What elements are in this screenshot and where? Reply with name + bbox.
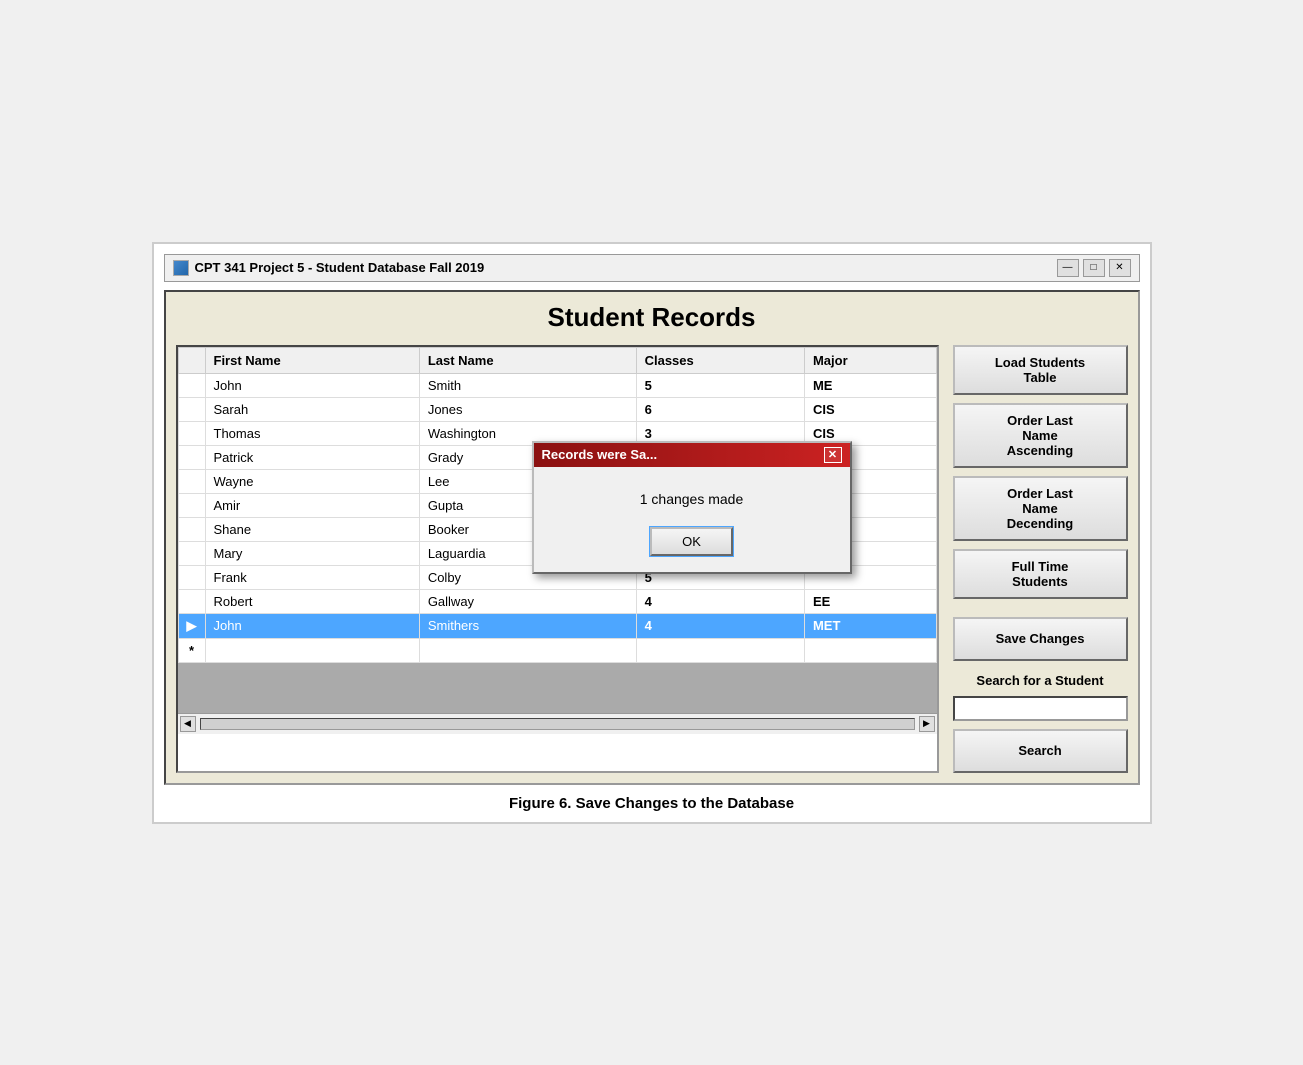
cell-major: CIS [804, 397, 936, 421]
cell-major [804, 638, 936, 662]
cell-firstname: John [205, 373, 419, 397]
close-button[interactable]: ✕ [1109, 259, 1131, 277]
col-lastname: Last Name [419, 347, 636, 373]
cell-firstname: Amir [205, 493, 419, 517]
dialog-ok-button[interactable]: OK [650, 527, 733, 556]
col-firstname: First Name [205, 347, 419, 373]
row-indicator: * [178, 638, 205, 662]
col-classes: Classes [636, 347, 804, 373]
cell-firstname: Thomas [205, 421, 419, 445]
dialog-title-bar: Records were Sa... ✕ [534, 443, 850, 467]
app-window: Student Records First Name Last Name Cla… [164, 290, 1140, 785]
row-indicator [178, 517, 205, 541]
cell-classes [636, 638, 804, 662]
row-indicator [178, 493, 205, 517]
cell-lastname: Gallway [419, 589, 636, 613]
cell-lastname: Jones [419, 397, 636, 421]
table-row[interactable]: ▶JohnSmithers4MET [178, 613, 936, 638]
cell-lastname: Smithers [419, 613, 636, 638]
table-row[interactable]: SarahJones6CIS [178, 397, 936, 421]
window-title: CPT 341 Project 5 - Student Database Fal… [195, 260, 485, 275]
page-title: Student Records [176, 302, 1128, 333]
save-changes-button[interactable]: Save Changes [953, 617, 1128, 661]
scroll-left-button[interactable]: ◀ [180, 716, 196, 732]
dialog-message: 1 changes made [554, 491, 830, 507]
row-indicator [178, 445, 205, 469]
figure-caption: Figure 6. Save Changes to the Database [164, 795, 1140, 812]
row-indicator [178, 397, 205, 421]
table-footer [178, 663, 937, 713]
row-indicator [178, 469, 205, 493]
app-icon [173, 260, 189, 276]
cell-lastname: Smith [419, 373, 636, 397]
row-indicator [178, 421, 205, 445]
cell-major: MET [804, 613, 936, 638]
col-major: Major [804, 347, 936, 373]
restore-button[interactable]: □ [1083, 259, 1105, 277]
cell-firstname: Shane [205, 517, 419, 541]
row-indicator [178, 541, 205, 565]
horizontal-scrollbar: ◀ ▶ [178, 713, 937, 734]
scroll-track[interactable] [200, 718, 915, 730]
cell-firstname: Patrick [205, 445, 419, 469]
cell-firstname: John [205, 613, 419, 638]
search-button[interactable]: Search [953, 729, 1128, 773]
cell-firstname: Sarah [205, 397, 419, 421]
cell-firstname: Frank [205, 565, 419, 589]
col-indicator [178, 347, 205, 373]
row-indicator [178, 565, 205, 589]
order-desc-button[interactable]: Order LastNameDecending [953, 476, 1128, 541]
dialog-title: Records were Sa... [542, 447, 658, 462]
scroll-right-button[interactable]: ▶ [919, 716, 935, 732]
minimize-button[interactable]: — [1057, 259, 1079, 277]
row-indicator [178, 589, 205, 613]
cell-classes: 4 [636, 613, 804, 638]
cell-major: ME [804, 373, 936, 397]
sidebar: Load StudentsTable Order LastNameAscendi… [953, 345, 1128, 773]
table-header-row: First Name Last Name Classes Major [178, 347, 936, 373]
row-indicator: ▶ [178, 613, 205, 638]
search-input[interactable] [953, 696, 1128, 721]
cell-classes: 4 [636, 589, 804, 613]
table-row[interactable]: JohnSmith5ME [178, 373, 936, 397]
load-students-button[interactable]: Load StudentsTable [953, 345, 1128, 395]
dialog-box: Records were Sa... ✕ 1 changes made OK [532, 441, 852, 574]
cell-firstname: Robert [205, 589, 419, 613]
window-controls: — □ ✕ [1057, 259, 1131, 277]
cell-lastname [419, 638, 636, 662]
cell-firstname: Mary [205, 541, 419, 565]
title-bar: CPT 341 Project 5 - Student Database Fal… [164, 254, 1140, 282]
table-row[interactable]: RobertGallway4EE [178, 589, 936, 613]
full-time-button[interactable]: Full TimeStudents [953, 549, 1128, 599]
dialog-close-button[interactable]: ✕ [824, 447, 842, 463]
table-row[interactable]: * [178, 638, 936, 662]
cell-classes: 6 [636, 397, 804, 421]
search-label: Search for a Student [953, 673, 1128, 688]
cell-major: EE [804, 589, 936, 613]
cell-firstname [205, 638, 419, 662]
order-asc-button[interactable]: Order LastNameAscending [953, 403, 1128, 468]
row-indicator [178, 373, 205, 397]
dialog-body: 1 changes made OK [534, 467, 850, 572]
cell-firstname: Wayne [205, 469, 419, 493]
cell-classes: 5 [636, 373, 804, 397]
